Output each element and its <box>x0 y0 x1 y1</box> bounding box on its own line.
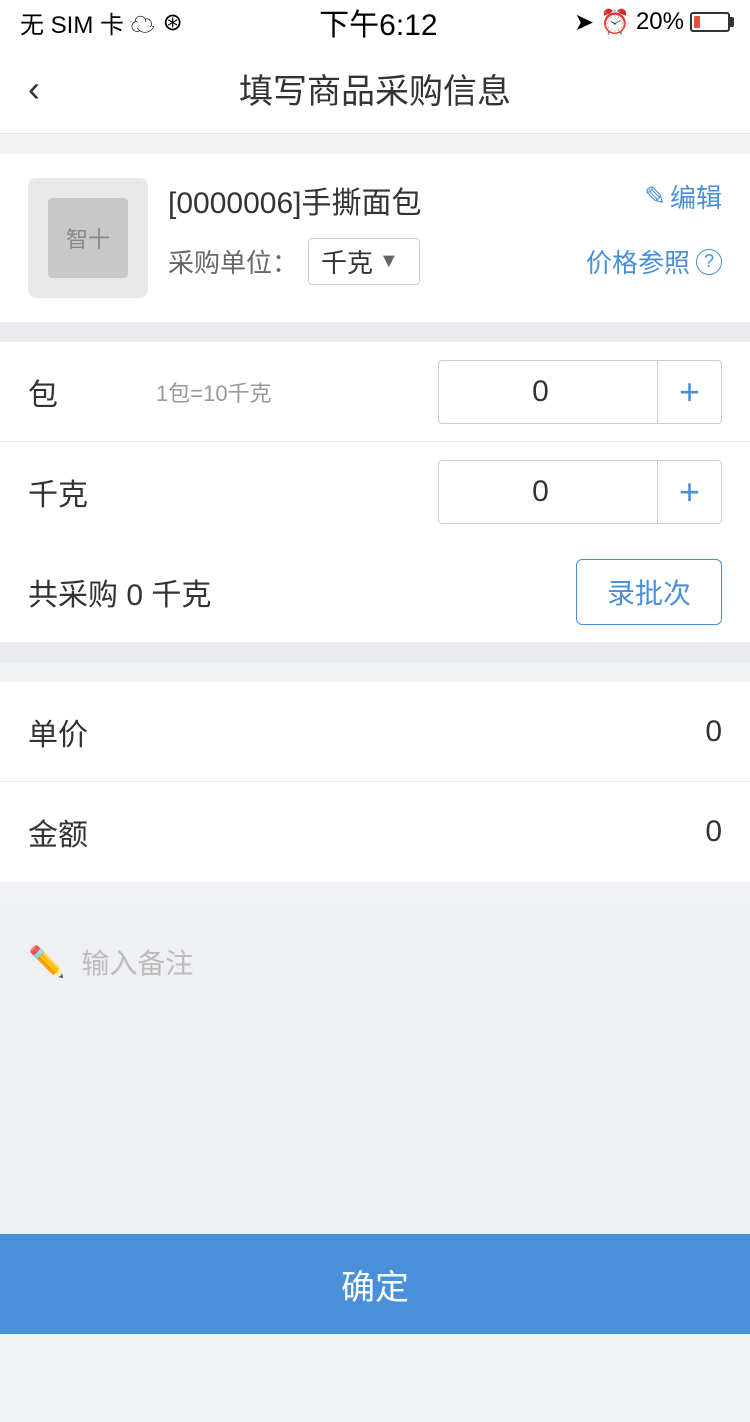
product-top: [0000006]手撕面包 ✎ 编辑 <box>168 178 722 222</box>
page-title: 填写商品采购信息 <box>239 64 511 113</box>
product-name: [0000006]手撕面包 <box>168 178 421 222</box>
battery-percentage: 20% <box>636 8 684 36</box>
product-image-label: 智十 <box>66 222 110 254</box>
unit-select[interactable]: 千克 ▼ <box>308 238 420 285</box>
battery-icon <box>690 12 730 32</box>
status-right: ➤ ⏰ 20% <box>574 8 730 37</box>
wifi-icon: ⊛ <box>163 8 183 37</box>
separator-1 <box>0 322 750 342</box>
status-bar: 无 SIM 卡 ☁ ⊛ 下午6:12 ➤ ⏰ 20% <box>0 0 750 44</box>
amount-row: 金额 0 <box>0 782 750 882</box>
location-icon: ➤ <box>574 8 594 37</box>
status-time: 下午6:12 <box>319 0 437 44</box>
bag-label: 包 <box>28 370 148 414</box>
bag-input[interactable] <box>438 360 658 424</box>
bottom-spacer <box>0 1322 750 1422</box>
kg-input-row: 千克 + <box>0 442 750 542</box>
unit-price-value: 0 <box>705 715 722 749</box>
remark-placeholder: 输入备注 <box>81 942 193 982</box>
kg-input[interactable] <box>438 460 658 524</box>
separator-2 <box>0 642 750 662</box>
unit-price-label: 单价 <box>28 710 88 754</box>
unit-field: 采购单位： 千克 ▼ <box>168 238 420 285</box>
edit-icon: ✎ <box>644 181 666 212</box>
kg-input-wrap: + <box>148 460 722 524</box>
product-unit-row: 采购单位： 千克 ▼ 价格参照 ? <box>168 238 722 285</box>
amount-label: 金额 <box>28 810 88 854</box>
remark-section[interactable]: ✏️ 输入备注 <box>0 902 750 1022</box>
nav-bar: ‹ 填写商品采购信息 <box>0 44 750 134</box>
confirm-button[interactable]: 确定 <box>0 1234 750 1334</box>
amount-value: 0 <box>705 815 722 849</box>
kg-plus-button[interactable]: + <box>658 460 722 524</box>
product-image: 智十 <box>28 178 148 298</box>
info-section: 单价 0 金额 0 <box>0 682 750 882</box>
record-batch-button[interactable]: 录批次 <box>576 559 722 625</box>
pencil-icon: ✏️ <box>28 945 65 980</box>
product-card: 智十 [0000006]手撕面包 ✎ 编辑 采购单位： 千克 ▼ 价格参照 ? <box>0 154 750 322</box>
status-left: 无 SIM 卡 ☁ ⊛ <box>20 5 183 40</box>
price-ref-button[interactable]: 价格参照 ? <box>586 243 722 280</box>
bag-plus-button[interactable]: + <box>658 360 722 424</box>
sim-status: 无 SIM 卡 ☁ <box>20 5 155 40</box>
back-button[interactable]: ‹ <box>28 68 40 110</box>
summary-row: 共采购 0 千克 录批次 <box>0 542 750 642</box>
unit-label: 采购单位： <box>168 243 298 280</box>
unit-value: 千克 <box>321 243 373 280</box>
edit-label: 编辑 <box>670 178 722 215</box>
summary-text: 共采购 0 千克 <box>28 570 211 614</box>
bag-input-wrap: + <box>272 360 722 424</box>
product-image-inner: 智十 <box>48 198 128 278</box>
unit-dropdown-arrow: ▼ <box>379 250 399 273</box>
product-info: [0000006]手撕面包 ✎ 编辑 采购单位： 千克 ▼ 价格参照 ? <box>168 178 722 285</box>
bag-input-row: 包 1包=10千克 + <box>0 342 750 442</box>
kg-label: 千克 <box>28 470 148 514</box>
price-ref-icon: ? <box>696 249 722 275</box>
edit-button[interactable]: ✎ 编辑 <box>644 178 722 215</box>
price-ref-label: 价格参照 <box>586 243 690 280</box>
bag-sub-label: 1包=10千克 <box>156 376 272 408</box>
input-section: 包 1包=10千克 + 千克 + <box>0 342 750 542</box>
unit-price-row: 单价 0 <box>0 682 750 782</box>
alarm-icon: ⏰ <box>600 8 630 37</box>
